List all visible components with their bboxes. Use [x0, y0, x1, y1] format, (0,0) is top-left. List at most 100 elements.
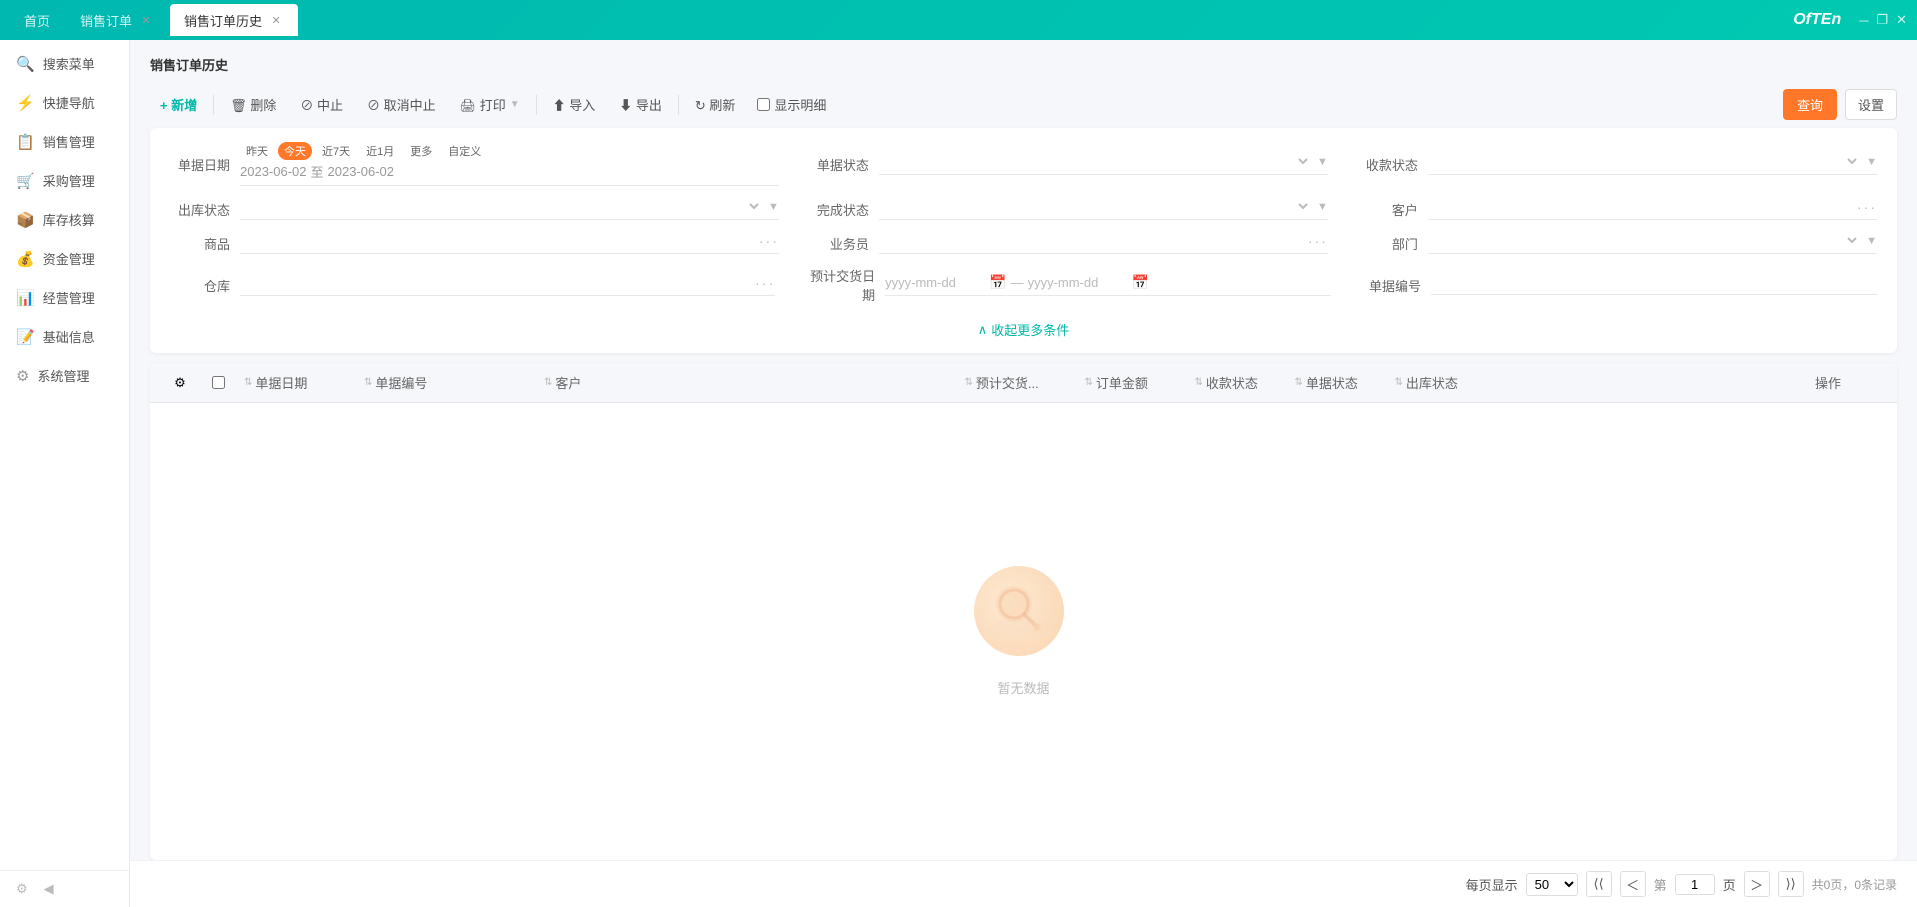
- last-page-btn[interactable]: ⟩⟩: [1778, 871, 1804, 897]
- dept-dropdown-icon[interactable]: ▼: [1866, 235, 1877, 247]
- total-text: 共0页，0条记录: [1812, 876, 1897, 893]
- warehouse-input[interactable]: [240, 275, 749, 290]
- date-yesterday-btn[interactable]: 昨天: [240, 142, 274, 160]
- th-settings[interactable]: ⚙: [160, 375, 200, 391]
- sidebar-item-purchase[interactable]: 🛒 采购管理: [0, 161, 129, 200]
- cancel-stop-button[interactable]: ⊘ 取消中止: [357, 90, 446, 119]
- warehouse-more-icon[interactable]: ···: [755, 275, 775, 291]
- print-button[interactable]: 🖨 打印 ▼: [450, 90, 530, 119]
- calendar-from-icon[interactable]: 📅: [989, 274, 1006, 291]
- sort-outbound-icon[interactable]: ⇅: [1395, 377, 1403, 388]
- export-button[interactable]: ⬇ 导出: [609, 90, 672, 119]
- toolbar: + 新增 🗑 删除 ⊘ 中止 ⊘ 取消中止 🖨 打印 ▼ ⬆ 导入 ⬇ 导出: [130, 85, 1917, 128]
- payment-select[interactable]: [1428, 153, 1860, 170]
- customer-more-icon[interactable]: ···: [1857, 199, 1877, 215]
- th-checkbox[interactable]: [200, 376, 236, 389]
- expected-date-from[interactable]: [885, 275, 985, 290]
- next-page-btn[interactable]: ＞: [1744, 871, 1770, 897]
- sort-amount-icon[interactable]: ⇅: [1085, 377, 1093, 388]
- salesperson-more-icon[interactable]: ···: [1308, 233, 1328, 249]
- settings-button[interactable]: 设置: [1845, 89, 1897, 120]
- close-btn[interactable]: ✕: [1896, 12, 1907, 28]
- salesperson-input[interactable]: [879, 233, 1302, 248]
- sidebar-item-finance[interactable]: 💰 资金管理: [0, 239, 129, 278]
- first-page-btn[interactable]: ⟨⟨: [1586, 871, 1612, 897]
- tab-sales-order-history[interactable]: 销售订单历史 ✕: [170, 4, 298, 36]
- th-payment-status: ⇅ 收款状态: [1187, 373, 1287, 392]
- min-btn[interactable]: ─: [1859, 13, 1868, 28]
- status-select[interactable]: [879, 153, 1311, 170]
- purchase-icon: 🛒: [16, 172, 35, 190]
- refresh-button[interactable]: ↻ 刷新: [685, 90, 746, 119]
- status-dropdown-icon[interactable]: ▼: [1317, 156, 1328, 168]
- pagination: 每页显示 50 100 200 ⟨⟨ ＜ 第 页 ＞ ⟩⟩ 共0页，0条记录: [130, 860, 1917, 907]
- date-1month-btn[interactable]: 近1月: [360, 142, 400, 160]
- date-custom-btn[interactable]: 自定义: [442, 142, 487, 160]
- th-docno: ⇅ 单据编号: [356, 373, 536, 392]
- sort-date-icon[interactable]: ⇅: [244, 377, 252, 388]
- expected-date-to[interactable]: [1028, 275, 1128, 290]
- sales-icon: 📋: [16, 133, 35, 151]
- sidebar-item-quicknav[interactable]: ⚡ 快捷导航: [0, 83, 129, 122]
- sidebar-item-search[interactable]: 🔍 搜索菜单: [0, 44, 129, 83]
- select-all-checkbox[interactable]: [212, 376, 225, 389]
- import-button[interactable]: ⬆ 导入: [543, 90, 606, 119]
- close-sales-order-tab[interactable]: ✕: [138, 12, 154, 28]
- sidebar-item-system[interactable]: ⚙ 系统管理: [0, 356, 129, 395]
- per-page-label: 每页显示: [1466, 875, 1518, 894]
- sidebar-item-inventory[interactable]: 📦 库存核算: [0, 200, 129, 239]
- th-outbound-status: ⇅ 出库状态: [1387, 373, 1808, 392]
- close-history-tab[interactable]: ✕: [268, 12, 284, 28]
- sidebar-item-operation[interactable]: 📊 经营管理: [0, 278, 129, 317]
- tab-home[interactable]: 首页: [10, 4, 64, 36]
- prev-page-btn[interactable]: ＜: [1620, 871, 1646, 897]
- calendar-to-icon[interactable]: 📅: [1132, 274, 1149, 291]
- page-title: 销售订单历史: [150, 58, 228, 73]
- sort-payment-icon[interactable]: ⇅: [1195, 377, 1203, 388]
- sort-docstatus-icon[interactable]: ⇅: [1295, 377, 1303, 388]
- page-number-input[interactable]: [1675, 874, 1715, 895]
- complete-dropdown-icon[interactable]: ▼: [1317, 201, 1328, 213]
- outbound-select[interactable]: [240, 198, 762, 215]
- outbound-label: 出库状态: [170, 200, 240, 219]
- toolbar-sep1: [213, 95, 214, 115]
- delete-button[interactable]: 🗑 删除: [220, 90, 286, 119]
- toolbar-right: 查询 设置: [1783, 89, 1897, 120]
- toolbar-sep3: [678, 95, 679, 115]
- per-page-select[interactable]: 50 100 200: [1526, 873, 1578, 896]
- page-label: 页: [1723, 875, 1736, 894]
- customer-input[interactable]: [1428, 199, 1851, 214]
- outbound-dropdown-icon[interactable]: ▼: [768, 201, 779, 213]
- collapse-row[interactable]: ∧ 收起更多条件: [170, 316, 1877, 339]
- quicknav-icon: ⚡: [16, 94, 35, 112]
- sidebar-collapse-icon[interactable]: ◀: [44, 881, 54, 897]
- page-header: 销售订单历史: [130, 40, 1917, 85]
- sidebar-item-basic[interactable]: 📝 基础信息: [0, 317, 129, 356]
- query-button[interactable]: 查询: [1783, 89, 1837, 120]
- docno-input[interactable]: [1431, 275, 1877, 290]
- date-7days-btn[interactable]: 近7天: [316, 142, 356, 160]
- product-more-icon[interactable]: ···: [759, 233, 779, 249]
- payment-dropdown-icon[interactable]: ▼: [1866, 156, 1877, 168]
- sidebar-bottom: ⚙ ◀: [0, 870, 129, 907]
- dept-select[interactable]: [1428, 232, 1860, 249]
- stop-button[interactable]: ⊘ 中止: [290, 90, 353, 119]
- new-button[interactable]: + 新增: [150, 90, 207, 119]
- complete-select[interactable]: [879, 198, 1311, 215]
- product-input[interactable]: [240, 233, 753, 248]
- display-toggle: 显示明细: [757, 95, 826, 114]
- sort-customer-icon[interactable]: ⇅: [544, 377, 552, 388]
- display-detail-checkbox[interactable]: [757, 98, 770, 111]
- sort-docno-icon[interactable]: ⇅: [364, 377, 372, 388]
- sort-expected-icon[interactable]: ⇅: [965, 377, 973, 388]
- sidebar-item-sales[interactable]: 📋 销售管理: [0, 122, 129, 161]
- warehouse-label: 仓库: [170, 276, 240, 295]
- date-today-btn[interactable]: 今天: [278, 142, 312, 160]
- tab-sales-order[interactable]: 销售订单 ✕: [66, 4, 168, 36]
- sidebar-settings-icon[interactable]: ⚙: [16, 881, 28, 897]
- brand-name: OfTEn: [1793, 11, 1841, 29]
- date-more-btn[interactable]: 更多: [404, 142, 438, 160]
- table-settings-icon[interactable]: ⚙: [174, 375, 186, 391]
- restore-btn[interactable]: ❐: [1876, 12, 1888, 28]
- empty-svg: [984, 576, 1054, 646]
